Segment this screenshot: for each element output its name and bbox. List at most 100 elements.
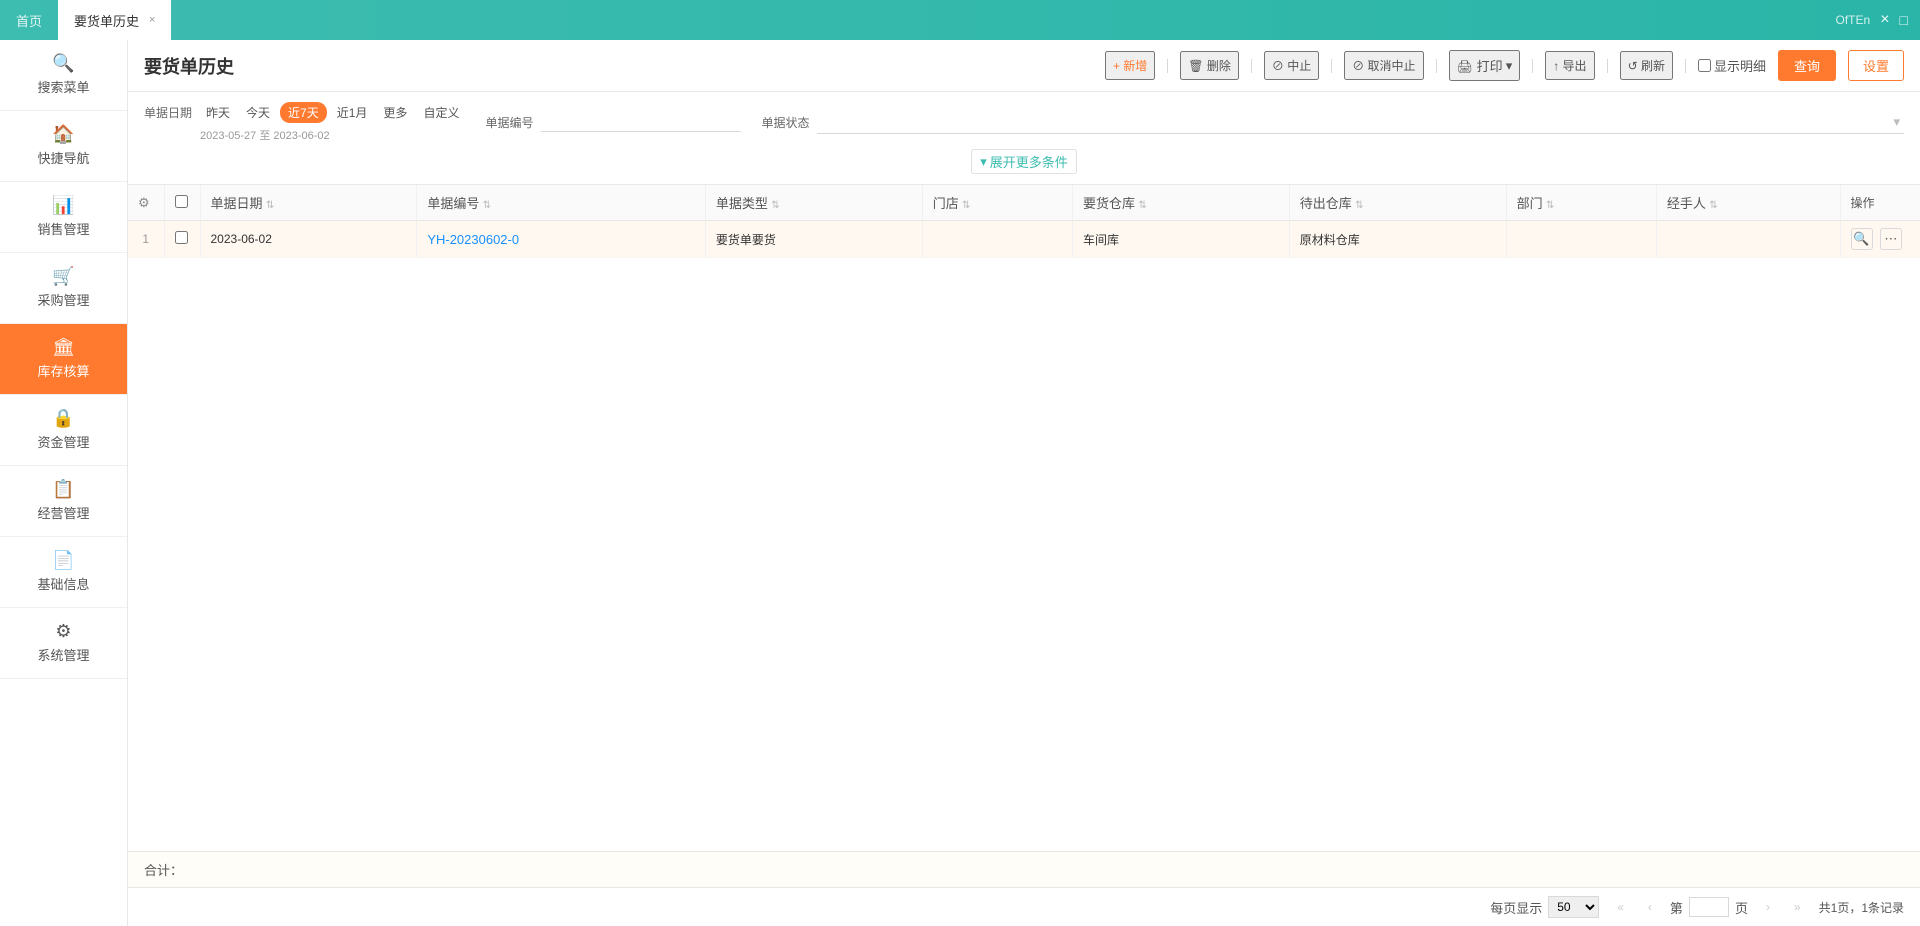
table-header-row: ⚙ 单据日期 ⇅ 单据编号 ⇅	[128, 185, 1920, 221]
sort-order-type-icon[interactable]: ⇅	[771, 200, 779, 211]
per-page-group: 每页显示 50 100 200	[1490, 896, 1599, 918]
sidebar-item-sys-mgmt[interactable]: ⚙ 系统管理	[0, 608, 127, 679]
print-button[interactable]: 🖨 打印 ▾	[1449, 50, 1521, 81]
date-btn-1month[interactable]: 近1月	[331, 102, 374, 123]
cancel-stop-button[interactable]: ⊘ 取消中止	[1344, 51, 1423, 80]
date-filter-row: 单据日期 昨天 今天 近7天 近1月 更多 自定义	[144, 102, 465, 123]
date-btn-more[interactable]: 更多	[377, 102, 413, 123]
table-row: 1 2023-06-02 YH-20230602-0 要货单要货 车间库 原材料…	[128, 221, 1920, 258]
tab-requisition-label: 要货单历史	[74, 11, 139, 30]
quick-nav-icon: 🏠	[52, 125, 74, 143]
sidebar-item-purchase-label: 采购管理	[37, 290, 89, 309]
sort-pending-warehouse-icon[interactable]: ⇅	[1355, 200, 1363, 211]
order-no-link[interactable]: YH-20230602-0	[427, 232, 519, 247]
new-button[interactable]: + 新增	[1105, 51, 1155, 80]
op-more-btn[interactable]: ⋯	[1880, 228, 1902, 250]
page-last-btn[interactable]: »	[1788, 898, 1807, 916]
page-first-btn[interactable]: «	[1611, 898, 1630, 916]
refresh-button[interactable]: ↺ 刷新	[1620, 51, 1673, 80]
query-button[interactable]: 查询	[1778, 50, 1836, 81]
delete-button[interactable]: 🗑 删除	[1180, 51, 1239, 80]
sidebar-item-finance-mgmt[interactable]: 🔒 资金管理	[0, 395, 127, 466]
sidebar-item-basic-label: 基础信息	[37, 574, 89, 593]
sort-handler-icon[interactable]: ⇅	[1709, 200, 1717, 211]
display-detail-toggle[interactable]: 显示明细	[1698, 56, 1766, 75]
sidebar-item-quick-nav[interactable]: 🏠 快捷导航	[0, 111, 127, 182]
order-no-label: 单据编号	[485, 114, 533, 131]
basic-info-icon: 📄	[52, 551, 74, 569]
divider-7	[1685, 59, 1686, 73]
page-number-input[interactable]: 1	[1689, 897, 1729, 917]
order-no-input[interactable]	[541, 113, 741, 132]
finance-mgmt-icon: 🔒	[52, 409, 74, 427]
sidebar-item-ops-mgmt[interactable]: 📋 经营管理	[0, 466, 127, 537]
date-range-text: 2023-05-27 至 2023-06-02	[200, 127, 465, 143]
tab-bar: 首页 要货单历史 ×	[0, 0, 1824, 40]
sidebar-item-ops-label: 经营管理	[37, 503, 89, 522]
sidebar-item-search-menu[interactable]: 🔍 搜索菜单	[0, 40, 127, 111]
td-order-type: 要货单要货	[705, 221, 922, 258]
divider-1	[1167, 59, 1168, 73]
tab-close-icon[interactable]: ×	[149, 14, 155, 26]
display-detail-checkbox[interactable]	[1698, 59, 1711, 72]
page-prev-btn[interactable]: ‹	[1642, 898, 1658, 916]
row-checkbox[interactable]	[175, 231, 188, 244]
table-area: ⚙ 单据日期 ⇅ 单据编号 ⇅	[128, 185, 1920, 851]
sales-mgmt-icon: 📊	[52, 196, 74, 214]
date-btn-group: 昨天 今天 近7天 近1月 更多 自定义	[200, 102, 465, 123]
sort-date-icon[interactable]: ⇅	[266, 200, 274, 211]
date-filter-label: 单据日期	[144, 104, 192, 121]
th-date: 单据日期 ⇅	[200, 185, 417, 221]
date-btn-7days[interactable]: 近7天	[280, 102, 327, 123]
window-close-btn[interactable]: ×	[1880, 11, 1889, 29]
sidebar-item-basic-info[interactable]: 📄 基础信息	[0, 537, 127, 608]
sidebar-item-quick-nav-label: 快捷导航	[37, 148, 89, 167]
date-btn-yesterday[interactable]: 昨天	[200, 102, 236, 123]
divider-4	[1436, 59, 1437, 73]
sidebar-item-sales-label: 销售管理	[37, 219, 89, 238]
stop-button[interactable]: ⊘ 中止	[1264, 51, 1319, 80]
sidebar-item-inventory[interactable]: 🏛 库存核算	[0, 324, 127, 395]
expand-button[interactable]: ▾ 展开更多条件	[971, 149, 1077, 174]
date-filter-group: 单据日期 昨天 今天 近7天 近1月 更多 自定义 2023-05-27 至 2…	[144, 102, 465, 143]
tab-requisition-history[interactable]: 要货单历史 ×	[58, 0, 171, 40]
sidebar-item-finance-label: 资金管理	[37, 432, 89, 451]
status-dropdown-icon[interactable]: ▾	[1893, 114, 1900, 130]
status-label: 单据状态	[761, 114, 809, 131]
sort-req-warehouse-icon[interactable]: ⇅	[1138, 200, 1146, 211]
print-label: 🖨 打印	[1457, 56, 1503, 75]
th-checkbox	[164, 185, 200, 221]
date-btn-today[interactable]: 今天	[240, 102, 276, 123]
filter-row-1: 单据日期 昨天 今天 近7天 近1月 更多 自定义 2023-05-27 至 2…	[144, 102, 1904, 143]
filter-area: 单据日期 昨天 今天 近7天 近1月 更多 自定义 2023-05-27 至 2…	[128, 92, 1920, 185]
td-store	[922, 221, 1072, 258]
order-no-filter: 单据编号	[485, 113, 741, 132]
sidebar-item-sales-mgmt[interactable]: 📊 销售管理	[0, 182, 127, 253]
sidebar-item-inventory-label: 库存核算	[37, 361, 89, 380]
op-view-btn[interactable]: 🔍	[1851, 228, 1873, 250]
table-settings-icon[interactable]: ⚙	[138, 195, 150, 210]
window-max-btn[interactable]: □	[1900, 12, 1908, 28]
expand-section: ▾ 展开更多条件	[144, 149, 1904, 174]
tab-home[interactable]: 首页	[0, 0, 58, 40]
settings-button[interactable]: 设置	[1848, 50, 1904, 81]
th-handler: 经手人 ⇅	[1656, 185, 1840, 221]
page-next-btn[interactable]: ›	[1760, 898, 1776, 916]
per-page-select[interactable]: 50 100 200	[1548, 896, 1599, 918]
search-menu-icon: 🔍	[52, 54, 74, 72]
tab-home-label: 首页	[16, 11, 42, 30]
sort-store-icon[interactable]: ⇅	[962, 200, 970, 211]
td-pending-warehouse: 原材料仓库	[1289, 221, 1506, 258]
date-btn-custom[interactable]: 自定义	[417, 102, 465, 123]
th-store: 门店 ⇅	[922, 185, 1072, 221]
sort-dept-icon[interactable]: ⇅	[1546, 200, 1554, 211]
td-order-no: YH-20230602-0	[417, 221, 706, 258]
sort-order-no-icon[interactable]: ⇅	[483, 200, 491, 211]
sidebar-item-purchase-mgmt[interactable]: 🛒 采购管理	[0, 253, 127, 324]
status-input[interactable]	[821, 113, 1893, 131]
th-pending-warehouse: 待出仓库 ⇅	[1289, 185, 1506, 221]
export-button[interactable]: ↑ 导出	[1545, 51, 1594, 80]
select-all-checkbox[interactable]	[175, 195, 188, 208]
summary-bar: 合计：	[128, 851, 1920, 887]
th-handler-label: 经手人	[1667, 196, 1706, 211]
